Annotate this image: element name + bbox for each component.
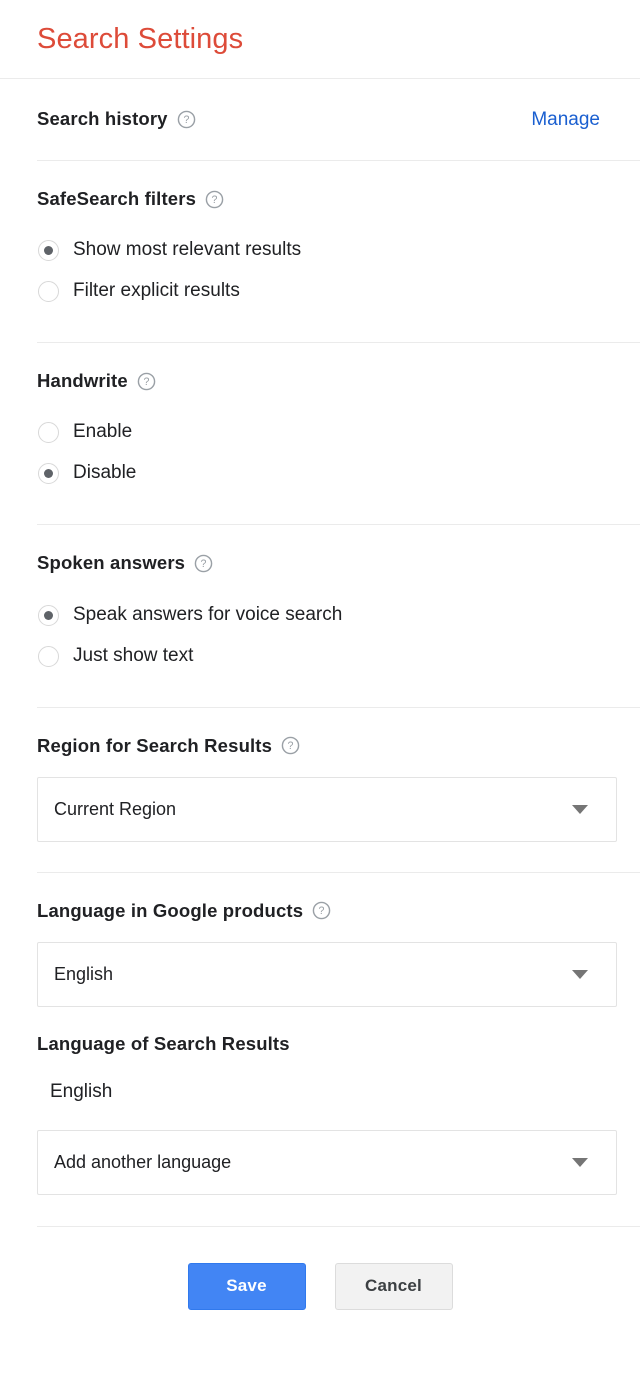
- radio-label: Filter explicit results: [73, 280, 240, 302]
- footer-actions: Save Cancel: [0, 1227, 640, 1310]
- section-search-history: Search history ? Manage: [0, 79, 640, 160]
- radio-indicator[interactable]: [38, 281, 59, 303]
- region-select[interactable]: Current Region: [37, 776, 617, 842]
- region-heading: Region for Search Results ?: [37, 735, 640, 757]
- section-title-search-history: Search history: [37, 108, 168, 130]
- spoken-answers-heading: Spoken answers ?: [37, 552, 640, 574]
- section-title-region: Region for Search Results: [37, 734, 273, 756]
- radio-indicator[interactable]: [38, 645, 59, 667]
- language-results-current-value: English: [50, 1080, 113, 1102]
- radio-indicator[interactable]: [38, 422, 59, 444]
- question-mark-circle-icon[interactable]: ?: [177, 110, 196, 129]
- handwrite-heading: Handwrite ?: [37, 370, 640, 392]
- chevron-down-icon[interactable]: [572, 1158, 588, 1168]
- safesearch-heading: SafeSearch filters ?: [37, 188, 640, 210]
- manage-history-link[interactable]: Manage: [531, 109, 600, 131]
- spoken-answers-radio-group: Speak answers for voice search Just show…: [37, 595, 640, 677]
- radio-label: Enable: [73, 421, 133, 443]
- search-history-row: Search history ? Manage: [37, 79, 640, 160]
- handwrite-radio-group: Enable Disable: [37, 412, 640, 494]
- section-title-safesearch: SafeSearch filters: [37, 188, 197, 209]
- section-title-spoken-answers: Spoken answers: [37, 552, 186, 574]
- radio-option-disable[interactable]: Disable: [37, 453, 640, 494]
- radio-option-enable[interactable]: Enable: [37, 412, 640, 453]
- section-region: Region for Search Results ? Current Regi…: [0, 708, 640, 872]
- question-mark-circle-icon[interactable]: ?: [205, 190, 224, 209]
- question-mark-circle-icon[interactable]: ?: [137, 372, 156, 391]
- section-language-products: Language in Google products ? English: [0, 873, 640, 1007]
- section-handwrite: Handwrite ? Enable Disable: [0, 343, 640, 524]
- question-mark-circle-icon[interactable]: ?: [281, 736, 300, 755]
- section-title-language-results: Language of Search Results: [37, 1032, 290, 1054]
- add-another-language-select[interactable]: Add another language: [37, 1129, 617, 1195]
- radio-option-just-show-text[interactable]: Just show text: [37, 636, 640, 677]
- radio-option-speak-answers[interactable]: Speak answers for voice search: [37, 595, 640, 636]
- svg-text:?: ?: [143, 376, 149, 388]
- search-settings-page: Search Settings Search history ? Manage …: [0, 0, 640, 1383]
- svg-text:?: ?: [183, 114, 189, 126]
- save-button[interactable]: Save: [187, 1262, 306, 1310]
- radio-indicator[interactable]: [38, 604, 59, 626]
- cancel-button[interactable]: Cancel: [334, 1262, 453, 1310]
- question-mark-circle-icon[interactable]: ?: [312, 901, 331, 920]
- section-safesearch: SafeSearch filters ? Show most relevant …: [0, 161, 640, 342]
- radio-option-filter-explicit[interactable]: Filter explicit results: [37, 271, 640, 312]
- region-select-value: Current Region: [54, 798, 177, 819]
- radio-indicator[interactable]: [38, 463, 59, 485]
- radio-label: Disable: [73, 462, 137, 484]
- section-title-language-products: Language in Google products: [37, 899, 304, 921]
- svg-text:?: ?: [201, 558, 207, 570]
- radio-label: Show most relevant results: [73, 239, 302, 261]
- section-language-results: Language of Search Results English Add a…: [0, 1007, 640, 1226]
- safesearch-radio-group: Show most relevant results Filter explic…: [37, 230, 640, 312]
- section-spoken-answers: Spoken answers ? Speak answers for voice…: [0, 525, 640, 706]
- svg-text:?: ?: [212, 194, 218, 206]
- language-products-select-value: English: [54, 963, 114, 984]
- chevron-down-icon[interactable]: [572, 970, 588, 980]
- radio-indicator[interactable]: [38, 240, 59, 262]
- page-header: Search Settings: [0, 0, 640, 79]
- question-mark-circle-icon[interactable]: ?: [194, 554, 213, 573]
- add-another-language-value: Add another language: [54, 1151, 232, 1172]
- language-products-heading: Language in Google products ?: [37, 900, 640, 922]
- language-products-select[interactable]: English: [37, 941, 617, 1007]
- search-history-heading: Search history ?: [37, 108, 196, 130]
- svg-text:?: ?: [319, 905, 325, 917]
- radio-label: Speak answers for voice search: [73, 603, 343, 625]
- svg-text:?: ?: [288, 740, 294, 752]
- page-title: Search Settings: [37, 22, 244, 55]
- radio-label: Just show text: [73, 644, 194, 666]
- radio-option-show-most-relevant[interactable]: Show most relevant results: [37, 230, 640, 271]
- section-title-handwrite: Handwrite: [37, 370, 128, 392]
- chevron-down-icon[interactable]: [572, 805, 588, 815]
